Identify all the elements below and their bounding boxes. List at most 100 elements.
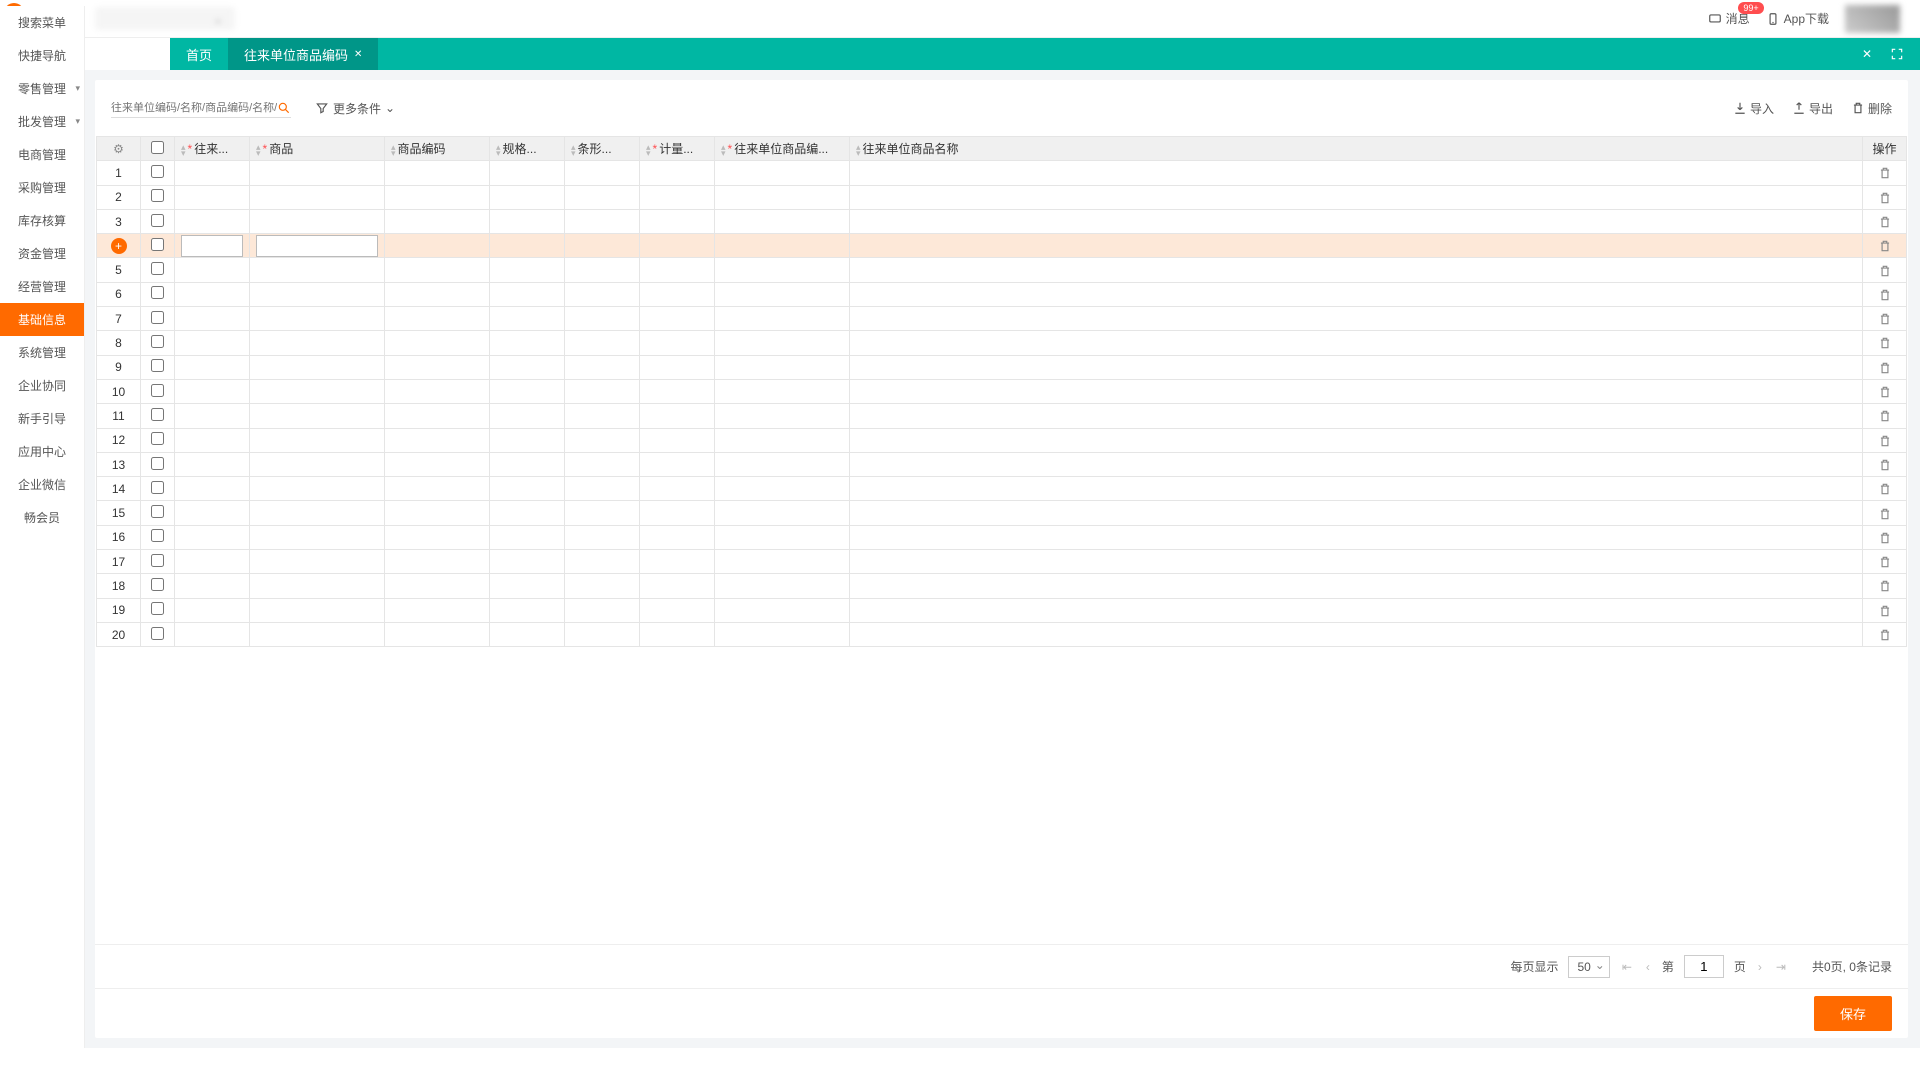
row-delete-icon[interactable] [1878,238,1892,252]
row-checkbox[interactable] [151,335,164,348]
row-checkbox[interactable] [151,602,164,615]
page-first-icon[interactable]: ⇤ [1620,960,1634,974]
search-input[interactable] [111,98,291,119]
row-delete-icon[interactable] [1878,603,1892,617]
sidebar-item-3[interactable]: 批发管理▾ [0,105,84,138]
row-delete-icon[interactable] [1878,506,1892,520]
table-row[interactable]: 3 [97,209,1907,233]
table-row[interactable]: 16 [97,525,1907,549]
table-row[interactable]: 11 [97,404,1907,428]
org-selector[interactable]: ⌄ [95,7,235,30]
col-partner-product-code[interactable]: ▴▾*往来单位商品编... [715,137,850,161]
row-checkbox[interactable] [151,529,164,542]
table-row[interactable]: 20 [97,622,1907,646]
row-checkbox[interactable] [151,165,164,178]
row-checkbox[interactable] [151,505,164,518]
sidebar-item-10[interactable]: 系统管理 [0,336,84,369]
sidebar-item-1[interactable]: 快捷导航 [0,39,84,72]
sidebar-item-15[interactable]: 畅会员 [0,501,84,534]
table-row[interactable]: 12 [97,428,1907,452]
row-delete-icon[interactable] [1878,627,1892,641]
export-button[interactable]: 导出 [1792,100,1833,117]
page-input[interactable] [1684,955,1724,978]
tab-close-all-icon[interactable]: ✕ [1858,43,1876,65]
select-all-header[interactable] [141,137,175,161]
row-checkbox[interactable] [151,432,164,445]
sidebar-item-5[interactable]: 采购管理 [0,171,84,204]
col-partner[interactable]: ▴▾*往来... [175,137,250,161]
row-checkbox[interactable] [151,359,164,372]
sidebar-item-7[interactable]: 资金管理 [0,237,84,270]
sidebar-item-6[interactable]: 库存核算 [0,204,84,237]
row-delete-icon[interactable] [1878,579,1892,593]
cell-input-partner[interactable] [181,235,243,257]
tab-current[interactable]: 往来单位商品编码 ✕ [228,38,378,70]
sidebar-item-11[interactable]: 企业协同 [0,369,84,402]
table-row[interactable]: 18 [97,574,1907,598]
table-row[interactable]: 13 [97,452,1907,476]
row-checkbox[interactable] [151,286,164,299]
row-delete-icon[interactable] [1878,530,1892,544]
table-row[interactable]: 2 [97,185,1907,209]
row-delete-icon[interactable] [1878,360,1892,374]
row-delete-icon[interactable] [1878,287,1892,301]
fullscreen-icon[interactable] [1886,43,1908,66]
page-last-icon[interactable]: ⇥ [1774,960,1788,974]
row-delete-icon[interactable] [1878,190,1892,204]
table-row[interactable]: 6 [97,282,1907,306]
row-checkbox[interactable] [151,554,164,567]
sidebar-item-2[interactable]: 零售管理▾ [0,72,84,105]
row-checkbox[interactable] [151,408,164,421]
sidebar-item-0[interactable]: 搜索菜单 [0,6,84,39]
row-checkbox[interactable] [151,311,164,324]
tab-home[interactable]: 首页 [170,38,228,70]
col-barcode[interactable]: ▴▾条形... [565,137,640,161]
col-partner-product-name[interactable]: ▴▾往来单位商品名称 [850,137,1863,161]
table-row[interactable]: 8 [97,331,1907,355]
add-row-icon[interactable]: + [111,238,127,254]
col-product[interactable]: ▴▾*商品 [250,137,385,161]
row-checkbox[interactable] [151,214,164,227]
col-spec[interactable]: ▴▾规格... [490,137,565,161]
search-icon[interactable] [277,100,291,116]
table-row[interactable]: + [97,234,1907,258]
row-delete-icon[interactable] [1878,384,1892,398]
table-row[interactable]: 9 [97,355,1907,379]
row-delete-icon[interactable] [1878,166,1892,180]
table-row[interactable]: 14 [97,477,1907,501]
table-row[interactable]: 17 [97,550,1907,574]
col-product-code[interactable]: ▴▾商品编码 [385,137,490,161]
messages-button[interactable]: 消息 99+ [1708,10,1750,27]
page-next-icon[interactable]: › [1756,960,1764,974]
row-delete-icon[interactable] [1878,409,1892,423]
row-checkbox[interactable] [151,481,164,494]
row-checkbox[interactable] [151,627,164,640]
avatar[interactable] [1845,5,1900,33]
sidebar-item-12[interactable]: 新手引导 [0,402,84,435]
close-icon[interactable]: ✕ [354,49,362,60]
row-delete-icon[interactable] [1878,554,1892,568]
table-row[interactable]: 15 [97,501,1907,525]
settings-header[interactable]: ⚙ [97,137,141,161]
row-delete-icon[interactable] [1878,336,1892,350]
delete-button[interactable]: 删除 [1851,100,1892,117]
row-delete-icon[interactable] [1878,214,1892,228]
per-page-select[interactable]: 50 [1568,956,1609,978]
row-delete-icon[interactable] [1878,311,1892,325]
row-checkbox[interactable] [151,238,164,251]
sidebar-item-9[interactable]: 基础信息 [0,303,84,336]
sidebar-item-8[interactable]: 经营管理 [0,270,84,303]
cell-input-product[interactable] [256,235,378,257]
row-delete-icon[interactable] [1878,457,1892,471]
app-download-button[interactable]: App下载 [1766,10,1829,27]
sidebar-item-13[interactable]: 应用中心 [0,435,84,468]
row-checkbox[interactable] [151,262,164,275]
col-unit[interactable]: ▴▾*计量... [640,137,715,161]
sidebar-item-14[interactable]: 企业微信 [0,468,84,501]
table-row[interactable]: 5 [97,258,1907,282]
row-checkbox[interactable] [151,384,164,397]
row-delete-icon[interactable] [1878,433,1892,447]
row-delete-icon[interactable] [1878,481,1892,495]
row-checkbox[interactable] [151,578,164,591]
save-button[interactable]: 保存 [1814,996,1892,1031]
